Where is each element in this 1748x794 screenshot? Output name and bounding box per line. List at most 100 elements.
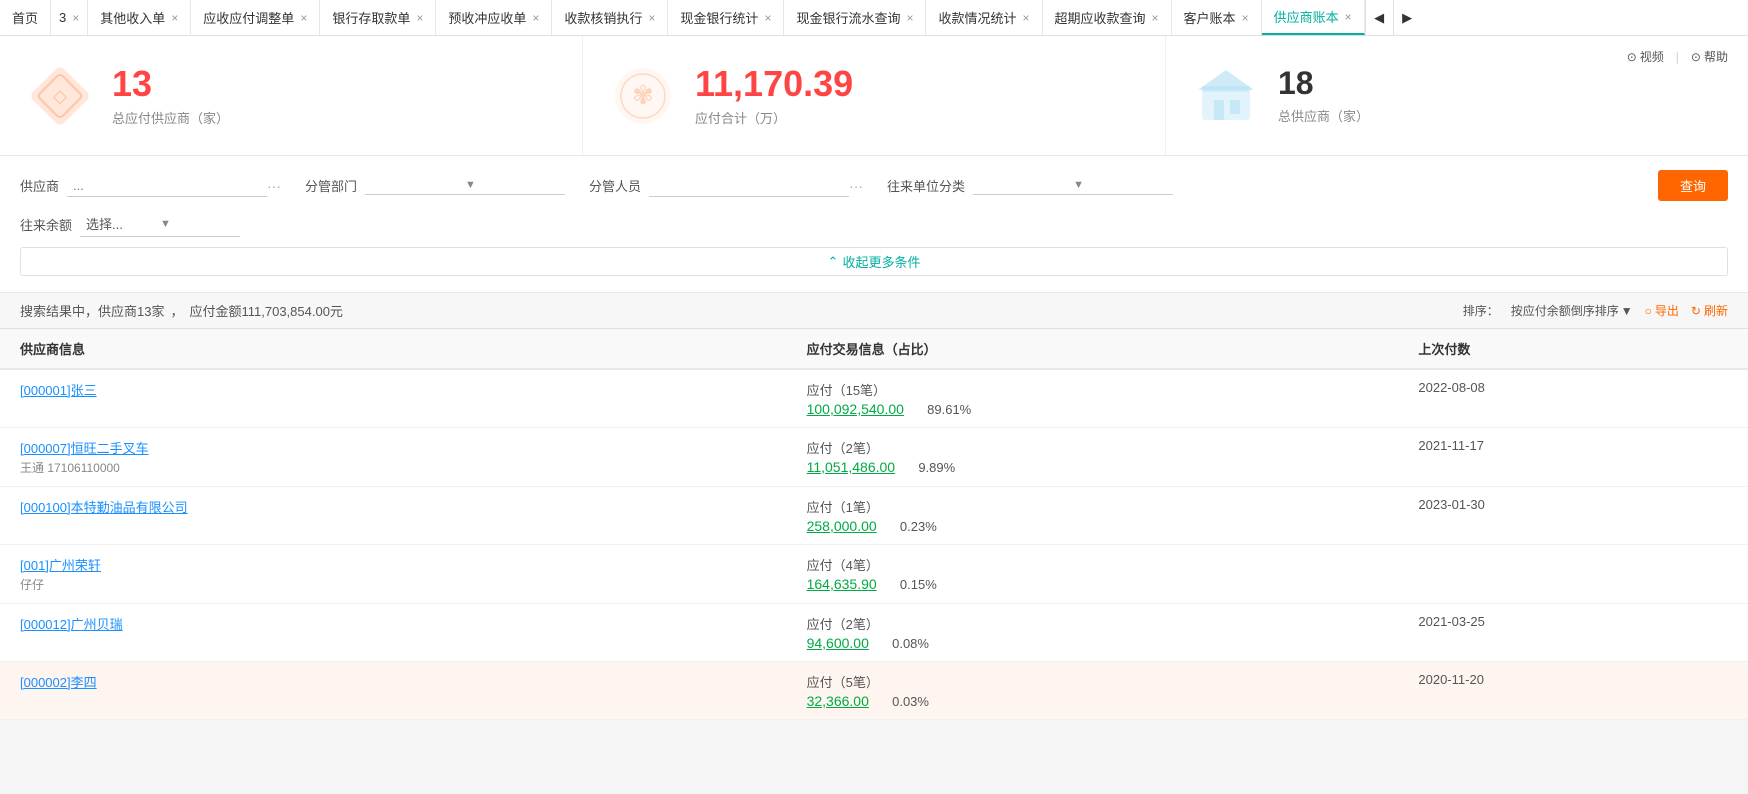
table-container: 供应商信息 应付交易信息（占比） 上次付数 [000001]张三应付（15笔） … [0, 329, 1748, 720]
video-label: 视频 [1640, 48, 1664, 65]
balance-arrow-icon: ▼ [160, 218, 234, 230]
filter-row-2: 往来余额 选择... ▼ [20, 211, 1728, 237]
balance-label: 往来余额 [20, 215, 72, 234]
nav-tab-prepay-collect-close[interactable]: × [532, 11, 539, 25]
nav-tab-overdue-collect-close[interactable]: × [1152, 11, 1159, 25]
nav-tab-bank-deposit-label: 银行存取款单 [332, 8, 410, 27]
tx-pct-2: 0.23% [893, 519, 937, 534]
balance-select[interactable]: 选择... ▼ [80, 211, 240, 237]
person-input[interactable] [649, 175, 849, 197]
tx-amount-row-2: 258,000.00 0.23% [807, 516, 1379, 534]
nav-tab-cash-bank-flow-label: 现金银行流水查询 [796, 8, 900, 27]
nav-next-arrow[interactable]: ▶ [1393, 0, 1421, 36]
refresh-button[interactable]: ↻ 刷新 [1691, 302, 1728, 319]
filter-supplier: 供应商 ··· [20, 175, 281, 197]
tx-amount-4[interactable]: 94,600.00 [807, 635, 869, 651]
filter-balance: 往来余额 选择... ▼ [20, 211, 240, 237]
supplier-input[interactable] [67, 175, 267, 197]
supplier-cell-5: [000002]李四 [0, 662, 787, 720]
table-row: [000100]本特勤油品有限公司 应付（1笔） 258,000.00 0.23%… [0, 487, 1748, 545]
nav-tab-bank-deposit[interactable]: 银行存取款单 × [320, 0, 436, 35]
tx-amount-3[interactable]: 164,635.90 [807, 576, 877, 592]
nav-next-icon: ▶ [1402, 10, 1412, 26]
dept-select[interactable]: ▼ [365, 176, 565, 195]
refresh-icon: ↻ [1691, 304, 1701, 318]
supplier-link-1[interactable]: [000007]恒旺二手叉车 [20, 441, 149, 456]
nav-tab-ap-adjust-close[interactable]: × [300, 11, 307, 25]
tx-label-2: 应付（1笔） [807, 497, 1379, 516]
video-link[interactable]: ⊙ 视频 [1627, 48, 1664, 65]
table-row: [000002]李四应付（5笔） 32,366.00 0.03% 2020-11… [0, 662, 1748, 720]
card3-content: 18 总供应商（家） [1278, 66, 1369, 124]
tx-cell-5: 应付（5笔） 32,366.00 0.03% [787, 662, 1399, 720]
filter-dept: 分管部门 ▼ [305, 176, 565, 195]
supplier-link-0[interactable]: [000001]张三 [20, 383, 97, 398]
collapse-button[interactable]: ⌃ 收起更多条件 [20, 247, 1728, 276]
last-pay-cell-1: 2021-11-17 [1398, 428, 1748, 487]
supplier-link-2[interactable]: [000100]本特勤油品有限公司 [20, 500, 188, 515]
nav-tab-customer-account-close[interactable]: × [1242, 11, 1249, 25]
export-button[interactable]: ○ 导出 [1645, 302, 1679, 319]
category-select[interactable]: ▼ [973, 176, 1173, 195]
nav-prev-arrow[interactable]: ◀ [1365, 0, 1393, 36]
nav-tab-customer-account-label: 客户账本 [1184, 8, 1236, 27]
sort-label: 排序： [1463, 302, 1499, 319]
filter-person: 分管人员 ··· [589, 175, 863, 197]
nav-tab-cash-bank-stat[interactable]: 现金银行统计 × [668, 0, 784, 35]
nav-tab-cash-bank-stat-close[interactable]: × [764, 11, 771, 25]
diamond-icon: ◇ [24, 60, 96, 132]
nav-tab-collect-stat-close[interactable]: × [1023, 11, 1030, 25]
supplier-cell-2: [000100]本特勤油品有限公司 [0, 487, 787, 545]
nav-tab-supplier-account-close[interactable]: × [1345, 10, 1352, 24]
card1-content: 13 总应付供应商（家） [112, 64, 229, 127]
help-link[interactable]: ⊙ 帮助 [1691, 48, 1728, 65]
supplier-table: 供应商信息 应付交易信息（占比） 上次付数 [000001]张三应付（15笔） … [0, 329, 1748, 720]
category-arrow-icon: ▼ [1073, 179, 1167, 191]
summary-card-payable-suppliers: ◇ 13 总应付供应商（家） [0, 36, 583, 155]
nav-tab-other-income-close[interactable]: × [171, 11, 178, 25]
tx-amount-0[interactable]: 100,092,540.00 [807, 401, 904, 417]
tx-amount-5[interactable]: 32,366.00 [807, 693, 869, 709]
nav-tab-other-income[interactable]: 其他收入单 × [88, 0, 191, 35]
sort-arrow-icon: ▼ [1621, 304, 1633, 318]
sort-select[interactable]: 按应付余额倒序排序 ▼ [1511, 302, 1633, 319]
summary-card-payable-amount: ✾ 11,170.39 应付合计（万） [583, 36, 1166, 155]
supplier-link-3[interactable]: [001]广州荣轩 [20, 558, 101, 573]
nav-tab-customer-account[interactable]: 客户账本 × [1172, 0, 1262, 35]
summary-card-total-suppliers: 18 总供应商（家） ⊙ 视频 | ⊙ 帮助 [1166, 36, 1748, 155]
nav-tab-overdue-collect[interactable]: 超期应收款查询 × [1043, 0, 1172, 35]
nav-tab-supplier-account-label: 供应商账本 [1274, 7, 1339, 26]
nav-tab-receipt-verify[interactable]: 收款核销执行 × [552, 0, 668, 35]
result-separator: ， [170, 301, 183, 320]
nav-tab-collect-stat-label: 收款情况统计 [938, 8, 1016, 27]
nav-tab-3-label: 3 [59, 10, 66, 25]
balance-value: 选择... [86, 214, 160, 233]
supplier-link-5[interactable]: [000002]李四 [20, 675, 97, 690]
tx-label-4: 应付（2笔） [807, 614, 1379, 633]
supplier-cell-4: [000012]广州贝瑞 [0, 604, 787, 662]
tx-amount-2[interactable]: 258,000.00 [807, 518, 877, 534]
query-button[interactable]: 查询 [1658, 170, 1728, 201]
supplier-link-4[interactable]: [000012]广州贝瑞 [20, 617, 123, 632]
nav-tab-3[interactable]: 3 × [51, 0, 88, 35]
nav-tab-collect-stat[interactable]: 收款情况统计 × [926, 0, 1042, 35]
nav-tab-cash-bank-flow[interactable]: 现金银行流水查询 × [784, 0, 926, 35]
nav-tab-cash-bank-flow-close[interactable]: × [906, 11, 913, 25]
tx-amount-1[interactable]: 11,051,486.00 [807, 459, 896, 475]
nav-tab-home[interactable]: 首页 [0, 0, 51, 35]
tx-cell-0: 应付（15笔） 100,092,540.00 89.61% [787, 369, 1399, 428]
last-pay-cell-4: 2021-03-25 [1398, 604, 1748, 662]
nav-tab-prepay-collect[interactable]: 预收冲应收单 × [436, 0, 552, 35]
nav-tab-bank-deposit-close[interactable]: × [416, 11, 423, 25]
tx-pct-3: 0.15% [893, 577, 937, 592]
nav-tab-ap-adjust[interactable]: 应收应付调整单 × [191, 0, 320, 35]
supplier-dots: ··· [267, 178, 281, 194]
supplier-sub-1: 王通 17106110000 [20, 459, 767, 476]
nav-tab-3-close[interactable]: × [72, 11, 79, 25]
nav-tab-receipt-verify-close[interactable]: × [648, 11, 655, 25]
link-divider: | [1676, 48, 1679, 65]
tx-amount-row-0: 100,092,540.00 89.61% [807, 399, 1379, 417]
dept-arrow-icon: ▼ [465, 179, 559, 191]
nav-tab-supplier-account[interactable]: 供应商账本 × [1262, 0, 1365, 35]
tx-pct-5: 0.03% [885, 694, 929, 709]
